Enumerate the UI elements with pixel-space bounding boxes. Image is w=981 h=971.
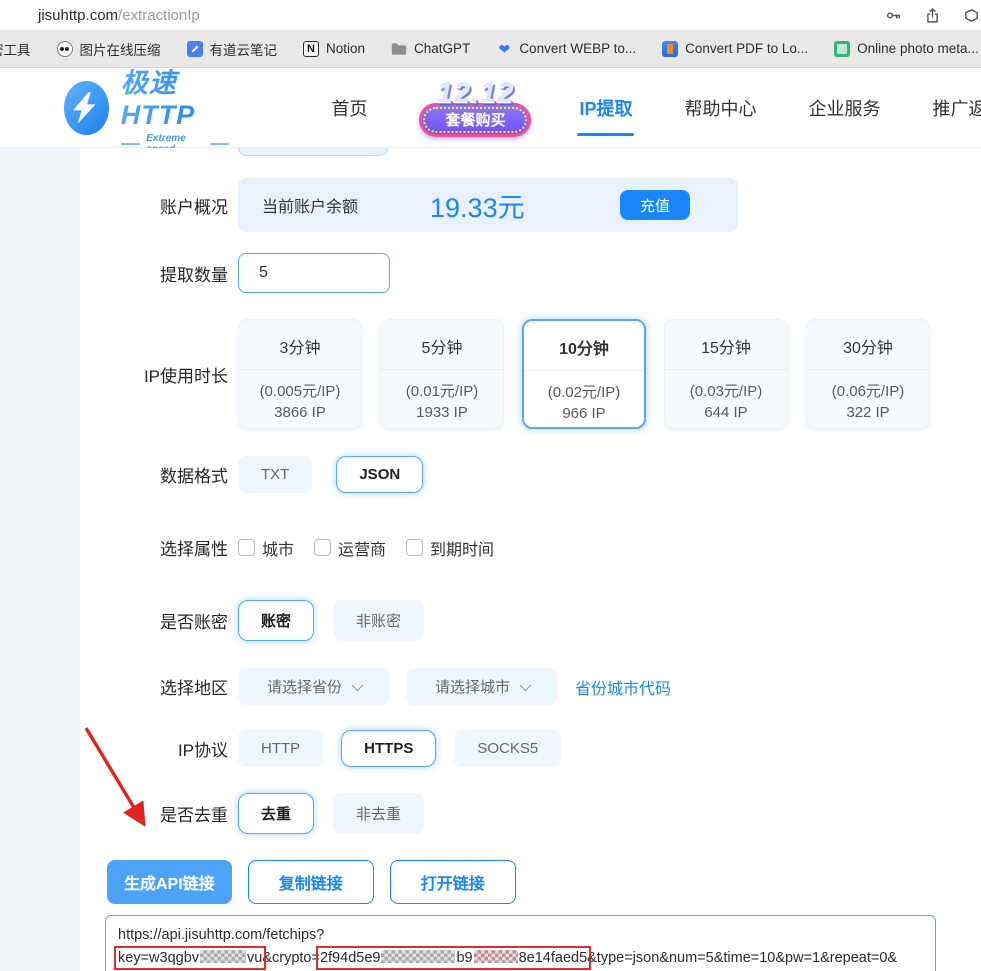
pdf-converter-icon	[662, 40, 679, 57]
share-icon[interactable]	[924, 7, 941, 24]
notion-icon: N	[303, 40, 319, 57]
main-nav: 首页 12.12 套餐购买 IP提取 帮助中心 企业服务 推广返利	[331, 78, 981, 137]
checkbox-isp[interactable]: 运营商	[314, 536, 386, 560]
chevron-down-icon	[351, 679, 364, 691]
bookmark-item[interactable]: 有道云笔记	[186, 39, 277, 59]
checkbox-box[interactable]	[406, 539, 424, 556]
bookmark-item[interactable]: 密工具	[0, 39, 31, 59]
attributes-label: 选择属性	[160, 540, 228, 559]
nav-help-center[interactable]: 帮助中心	[684, 95, 756, 121]
duration-label: IP使用时长	[143, 366, 228, 386]
photo-meta-icon	[834, 40, 851, 57]
balance-value: 19.33元	[430, 192, 525, 223]
protocol-option-socks5[interactable]: SOCKS5	[454, 730, 562, 767]
format-option-json-selected[interactable]: JSON	[336, 456, 424, 493]
site-logo[interactable]: 极速HTTP Extreme speed	[64, 61, 229, 155]
quantity-input[interactable]	[238, 253, 390, 293]
panda-icon	[56, 40, 73, 57]
nav-enterprise[interactable]: 企业服务	[808, 95, 880, 121]
auth-row: 是否账密 账密 非账密	[80, 600, 981, 641]
attributes-row: 选择属性 城市 运营商 到期时间	[80, 535, 981, 560]
redacted-crypto-highlight: 2f94d5e9 b9 8e14faed5	[315, 946, 592, 970]
protocol-option-https-selected[interactable]: HTTPS	[341, 730, 437, 767]
duration-card-10min-selected[interactable]: 10分钟 (0.02元/IP) 966 IP	[522, 319, 646, 429]
generate-api-link-button[interactable]: 生成API链接	[107, 860, 232, 904]
url-host[interactable]: jisuhttp.com	[38, 7, 118, 24]
folder-icon	[391, 42, 407, 55]
password-key-icon[interactable]	[885, 7, 902, 24]
nav-referral[interactable]: 推广返利	[932, 95, 981, 121]
copy-link-button[interactable]: 复制链接	[247, 860, 374, 904]
heart-icon	[496, 41, 512, 57]
format-label: 数据格式	[160, 467, 228, 486]
lightning-logo-icon	[64, 80, 109, 135]
logo-title: 极速HTTP	[121, 61, 230, 131]
format-row: 数据格式 TXT JSON	[80, 456, 981, 493]
auth-option-account-selected[interactable]: 账密	[238, 600, 315, 641]
checkbox-city[interactable]: 城市	[238, 536, 294, 560]
cutoff-input-fragment	[238, 148, 388, 156]
region-row: 选择地区 请选择省份 请选择城市 省份城市代码	[80, 668, 981, 705]
site-header: 极速HTTP Extreme speed 首页 12.12 套餐购买 IP提取 …	[0, 68, 981, 155]
city-select[interactable]: 请选择城市	[406, 668, 557, 705]
recharge-button[interactable]: 充值	[620, 190, 690, 220]
protocol-label: IP协议	[177, 741, 228, 760]
dedupe-label: 是否去重	[160, 806, 228, 825]
duration-row: IP使用时长 3分钟 (0.005元/IP) 3866 IP 5分钟 (0.01…	[80, 319, 981, 429]
duration-card-30min[interactable]: 30分钟 (0.06元/IP) 322 IP	[806, 319, 930, 429]
bookmark-item[interactable]: Convert WEBP to...	[496, 41, 636, 57]
url-path[interactable]: /extractionIp	[118, 7, 200, 24]
api-url-line1: https://api.jisuhttp.com/fetchips?	[118, 927, 325, 943]
duration-card-15min[interactable]: 15分钟 (0.03元/IP) 644 IP	[664, 319, 788, 429]
pixelated-censor	[200, 950, 247, 963]
duration-card-5min[interactable]: 5分钟 (0.01元/IP) 1933 IP	[380, 319, 504, 429]
balance-panel: 当前账户余额 19.33元 充值	[238, 178, 738, 232]
extension-icon[interactable]	[963, 7, 980, 24]
protocol-row: IP协议 HTTP HTTPS SOCKS5	[80, 730, 981, 767]
protocol-option-http[interactable]: HTTP	[238, 730, 324, 767]
pen-icon	[186, 40, 203, 57]
bookmark-item[interactable]: ChatGPT	[391, 41, 470, 57]
bookmark-item[interactable]: Online photo meta...	[834, 40, 979, 57]
province-select[interactable]: 请选择省份	[238, 668, 389, 705]
auth-option-no-account[interactable]: 非账密	[333, 600, 425, 641]
action-buttons-row: 生成API链接 复制链接 打开链接	[107, 860, 981, 904]
promo-banner-1212[interactable]: 12.12 套餐购买	[419, 78, 532, 137]
browser-url-bar: jisuhttp.com/extractionIp	[0, 0, 981, 30]
chevron-down-icon	[519, 679, 532, 691]
auth-label: 是否账密	[160, 613, 228, 632]
duration-card-3min[interactable]: 3分钟 (0.005元/IP) 3866 IP	[238, 319, 362, 429]
nav-home[interactable]: 首页	[331, 95, 367, 121]
checkbox-expiry[interactable]: 到期时间	[406, 536, 494, 560]
api-url-output[interactable]: https://api.jisuhttp.com/fetchips? key=w…	[105, 915, 936, 971]
pixelated-censor	[473, 950, 518, 963]
account-row: 账户概况 当前账户余额 19.33元 充值	[80, 148, 981, 232]
dedupe-row: 是否去重 去重 非去重	[80, 793, 981, 834]
region-label: 选择地区	[160, 679, 228, 698]
format-option-txt[interactable]: TXT	[238, 456, 313, 493]
bookmark-item[interactable]: Convert PDF to Lo...	[662, 40, 808, 57]
quantity-label: 提取数量	[160, 265, 228, 285]
bookmark-item[interactable]: N Notion	[303, 40, 365, 57]
checkbox-box[interactable]	[238, 539, 255, 556]
api-url-line2: key=w3qgbv vu&crypto=2f94d5e9 b9 8e14faed5&…	[113, 946, 898, 970]
province-city-code-link[interactable]: 省份城市代码	[575, 675, 671, 699]
dedupe-option-no[interactable]: 非去重	[333, 793, 425, 834]
balance-label: 当前账户余额	[262, 199, 359, 216]
main-area: 账户概况 当前账户余额 19.33元 充值 提取数量 IP使用时长 3分钟	[0, 148, 981, 971]
extraction-form-panel: 账户概况 当前账户余额 19.33元 充值 提取数量 IP使用时长 3分钟	[80, 148, 981, 971]
quantity-row: 提取数量	[80, 253, 981, 293]
bookmark-item[interactable]: 图片在线压缩	[56, 39, 161, 59]
pixelated-censor	[381, 950, 456, 963]
checkbox-box[interactable]	[314, 539, 332, 556]
redacted-key-highlight: key=w3qgbv vu	[113, 946, 267, 970]
open-link-button[interactable]: 打开链接	[389, 860, 516, 904]
nav-ip-extract[interactable]: IP提取	[577, 95, 635, 136]
dedupe-option-yes-selected[interactable]: 去重	[238, 793, 315, 834]
account-label: 账户概况	[160, 197, 228, 217]
